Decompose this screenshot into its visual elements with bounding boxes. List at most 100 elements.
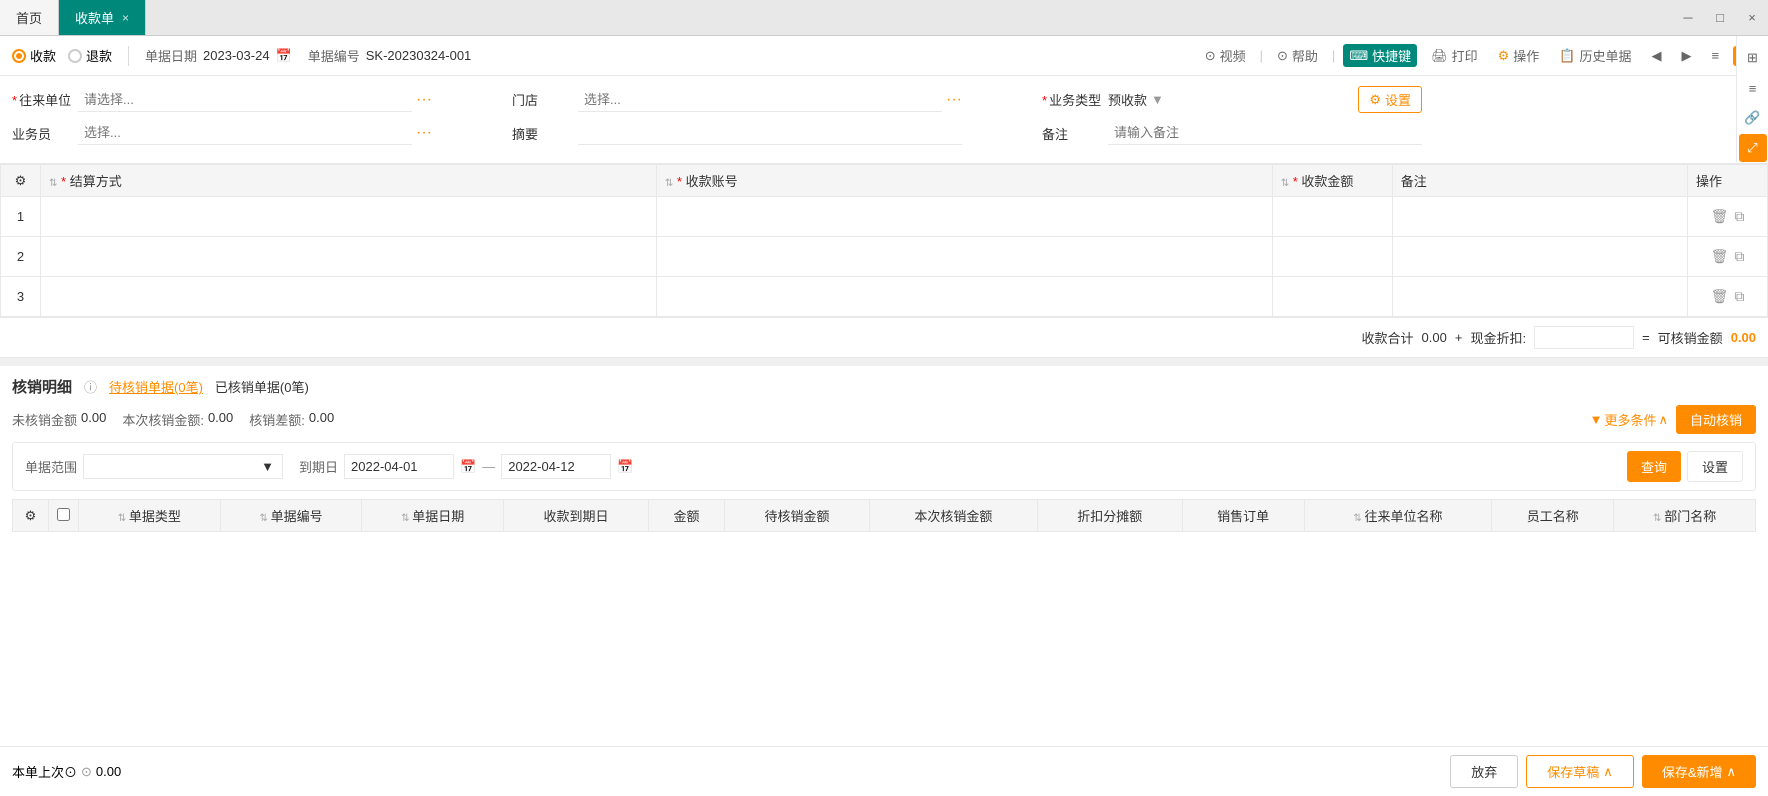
- cal-from-icon[interactable]: 📅: [460, 459, 476, 475]
- sidebar-table-icon[interactable]: ⊞: [1739, 44, 1767, 72]
- delete-icon-2[interactable]: 🗑: [1711, 248, 1729, 265]
- table-section: ⚙ ⇅ * 结算方式 ⇅ * 收款账号 ⇅ * 收款: [0, 164, 1768, 358]
- video-button[interactable]: ⊙ 视频: [1199, 44, 1252, 67]
- number-label: 单据编号: [308, 46, 360, 65]
- calendar-icon[interactable]: 📅: [276, 48, 292, 64]
- nav-prev-button[interactable]: ◀: [1646, 46, 1668, 66]
- col-account-header: ⇅ * 收款账号: [656, 165, 1272, 197]
- minimize-button[interactable]: ─: [1672, 0, 1704, 35]
- verify-col-settings[interactable]: ⚙: [13, 500, 49, 532]
- summary-input[interactable]: [578, 121, 962, 145]
- action-icons-3: 🗑 ⧉: [1696, 288, 1759, 305]
- query-button[interactable]: 查询: [1627, 451, 1681, 482]
- counterpart-more-icon[interactable]: ···: [416, 91, 432, 109]
- gear-icon: ⚙: [15, 173, 27, 188]
- tab-home[interactable]: 首页: [0, 0, 59, 35]
- row-2-note[interactable]: [1392, 237, 1687, 277]
- pending-tab[interactable]: 待核销单据(0笔): [109, 377, 203, 396]
- verify-col-employee: 员工名称: [1492, 500, 1614, 532]
- biz-type-arrow-icon[interactable]: ▼: [1151, 92, 1164, 107]
- discount-label: 现金折扣:: [1470, 328, 1526, 347]
- save-draft-button[interactable]: 保存草稿 ∧: [1526, 755, 1634, 788]
- table-body: 1 🗑 ⧉ 2: [1, 197, 1768, 317]
- sales-more-icon[interactable]: ···: [416, 124, 432, 142]
- row-3-amount[interactable]: [1272, 277, 1392, 317]
- range-select[interactable]: ▼: [83, 454, 283, 479]
- settings-button[interactable]: ⚙ 设置: [1358, 86, 1422, 113]
- delete-icon-3[interactable]: 🗑: [1711, 288, 1729, 305]
- verified-tab[interactable]: 已核销单据(0笔): [215, 377, 309, 396]
- current-label: 本次核销金额:: [122, 410, 204, 429]
- sales-input[interactable]: [78, 121, 412, 145]
- verify-col-number: 单据编号: [220, 500, 362, 532]
- select-all-checkbox[interactable]: [57, 508, 70, 521]
- row-3-settlement[interactable]: [41, 277, 657, 317]
- verify-info-icon[interactable]: ⓘ: [84, 377, 97, 396]
- copy-icon-3[interactable]: ⧉: [1734, 288, 1744, 305]
- tab-collection[interactable]: 收款单 ×: [59, 0, 146, 35]
- table-footer: 收款合计 0.00 + 现金折扣: = 可核销金额 0.00: [0, 317, 1768, 357]
- radio-refund[interactable]: 退款: [68, 46, 112, 65]
- save-new-button[interactable]: 保存&新增 ∧: [1642, 755, 1756, 788]
- form-area: 往来单位 ··· 门店 ··· 业务类型 预收款 ▼ ⚙ 设置: [0, 76, 1768, 164]
- row-3-note[interactable]: [1392, 277, 1687, 317]
- date-field: 单据日期 2023-03-24 📅: [145, 46, 292, 65]
- row-2-settlement[interactable]: [41, 237, 657, 277]
- receivable-value: 0.00: [1731, 330, 1756, 345]
- more-conditions-button[interactable]: ▼ 更多条件 ∧: [1590, 410, 1668, 429]
- filter-setting-button[interactable]: 设置: [1687, 451, 1743, 482]
- verify-table: ⚙ 单据类型 单据编号 单据日期 收款到期日 金额 待核销金额 本次核销金额 折…: [12, 499, 1756, 532]
- print-button[interactable]: 🖨 打印: [1425, 44, 1484, 67]
- copy-icon-2[interactable]: ⧉: [1734, 248, 1744, 265]
- row-3-account[interactable]: [656, 277, 1272, 317]
- sidebar-link-icon[interactable]: 🔗: [1739, 104, 1767, 132]
- row-2-amount[interactable]: [1272, 237, 1392, 277]
- shortcut-button[interactable]: ⌨ 快捷键: [1343, 44, 1417, 67]
- save-new-label: 保存&新增: [1662, 762, 1723, 781]
- sidebar-expand-icon[interactable]: ⤢: [1739, 134, 1767, 162]
- range-filter-field: 单据范围 ▼: [25, 454, 283, 479]
- radio-collection-label: 收款: [30, 46, 56, 65]
- unchecked-label: 未核销金额: [12, 410, 77, 429]
- verify-col-checkbox[interactable]: [49, 500, 79, 532]
- shop-field: 门店 ···: [512, 88, 962, 112]
- counterpart-input[interactable]: [78, 88, 412, 112]
- table-row: 3 🗑 ⧉: [1, 277, 1768, 317]
- maximize-button[interactable]: □: [1704, 0, 1736, 35]
- nav-next-button[interactable]: ▶: [1676, 46, 1698, 66]
- col-settings-header[interactable]: ⚙: [1, 165, 41, 197]
- shop-input[interactable]: [578, 88, 942, 112]
- sidebar-list-icon[interactable]: ≡: [1739, 74, 1767, 102]
- row-1-account[interactable]: [656, 197, 1272, 237]
- history-button[interactable]: 📋 历史单据: [1553, 44, 1637, 67]
- footer-info-icon[interactable]: ⊙: [81, 764, 92, 780]
- copy-icon-1[interactable]: ⧉: [1734, 208, 1744, 225]
- radio-collection[interactable]: 收款: [12, 46, 56, 65]
- tab-close-icon[interactable]: ×: [122, 11, 129, 25]
- section-divider: [0, 358, 1768, 366]
- print-icon: 🖨: [1431, 48, 1448, 64]
- row-1-settlement[interactable]: [41, 197, 657, 237]
- filter-actions: 查询 设置: [1627, 451, 1743, 482]
- row-1-amount[interactable]: [1272, 197, 1392, 237]
- close-button[interactable]: ×: [1736, 0, 1768, 35]
- shop-more-icon[interactable]: ···: [946, 91, 962, 109]
- cal-to-icon[interactable]: 📅: [617, 459, 633, 475]
- number-value: SK-20230324-001: [366, 48, 472, 63]
- verify-col-dept: 部门名称: [1614, 500, 1756, 532]
- delete-icon-1[interactable]: 🗑: [1711, 208, 1729, 225]
- due-date-from-input[interactable]: [344, 454, 454, 479]
- layout-list-button[interactable]: ≡: [1706, 46, 1726, 65]
- help-label: 帮助: [1292, 46, 1318, 65]
- due-date-to-input[interactable]: [501, 454, 611, 479]
- abandon-button[interactable]: 放弃: [1450, 755, 1518, 788]
- auto-verify-button[interactable]: 自动核销: [1676, 405, 1756, 434]
- filter-row: 单据范围 ▼ 到期日 📅 — 📅 查询 设置: [12, 442, 1756, 491]
- row-1-note[interactable]: [1392, 197, 1687, 237]
- note-input[interactable]: [1108, 121, 1422, 145]
- date-value: 2023-03-24: [203, 48, 270, 63]
- help-button[interactable]: ⊙ 帮助: [1271, 44, 1324, 67]
- row-2-account[interactable]: [656, 237, 1272, 277]
- operate-button[interactable]: ⚙ 操作: [1492, 44, 1546, 67]
- discount-input[interactable]: [1534, 326, 1634, 349]
